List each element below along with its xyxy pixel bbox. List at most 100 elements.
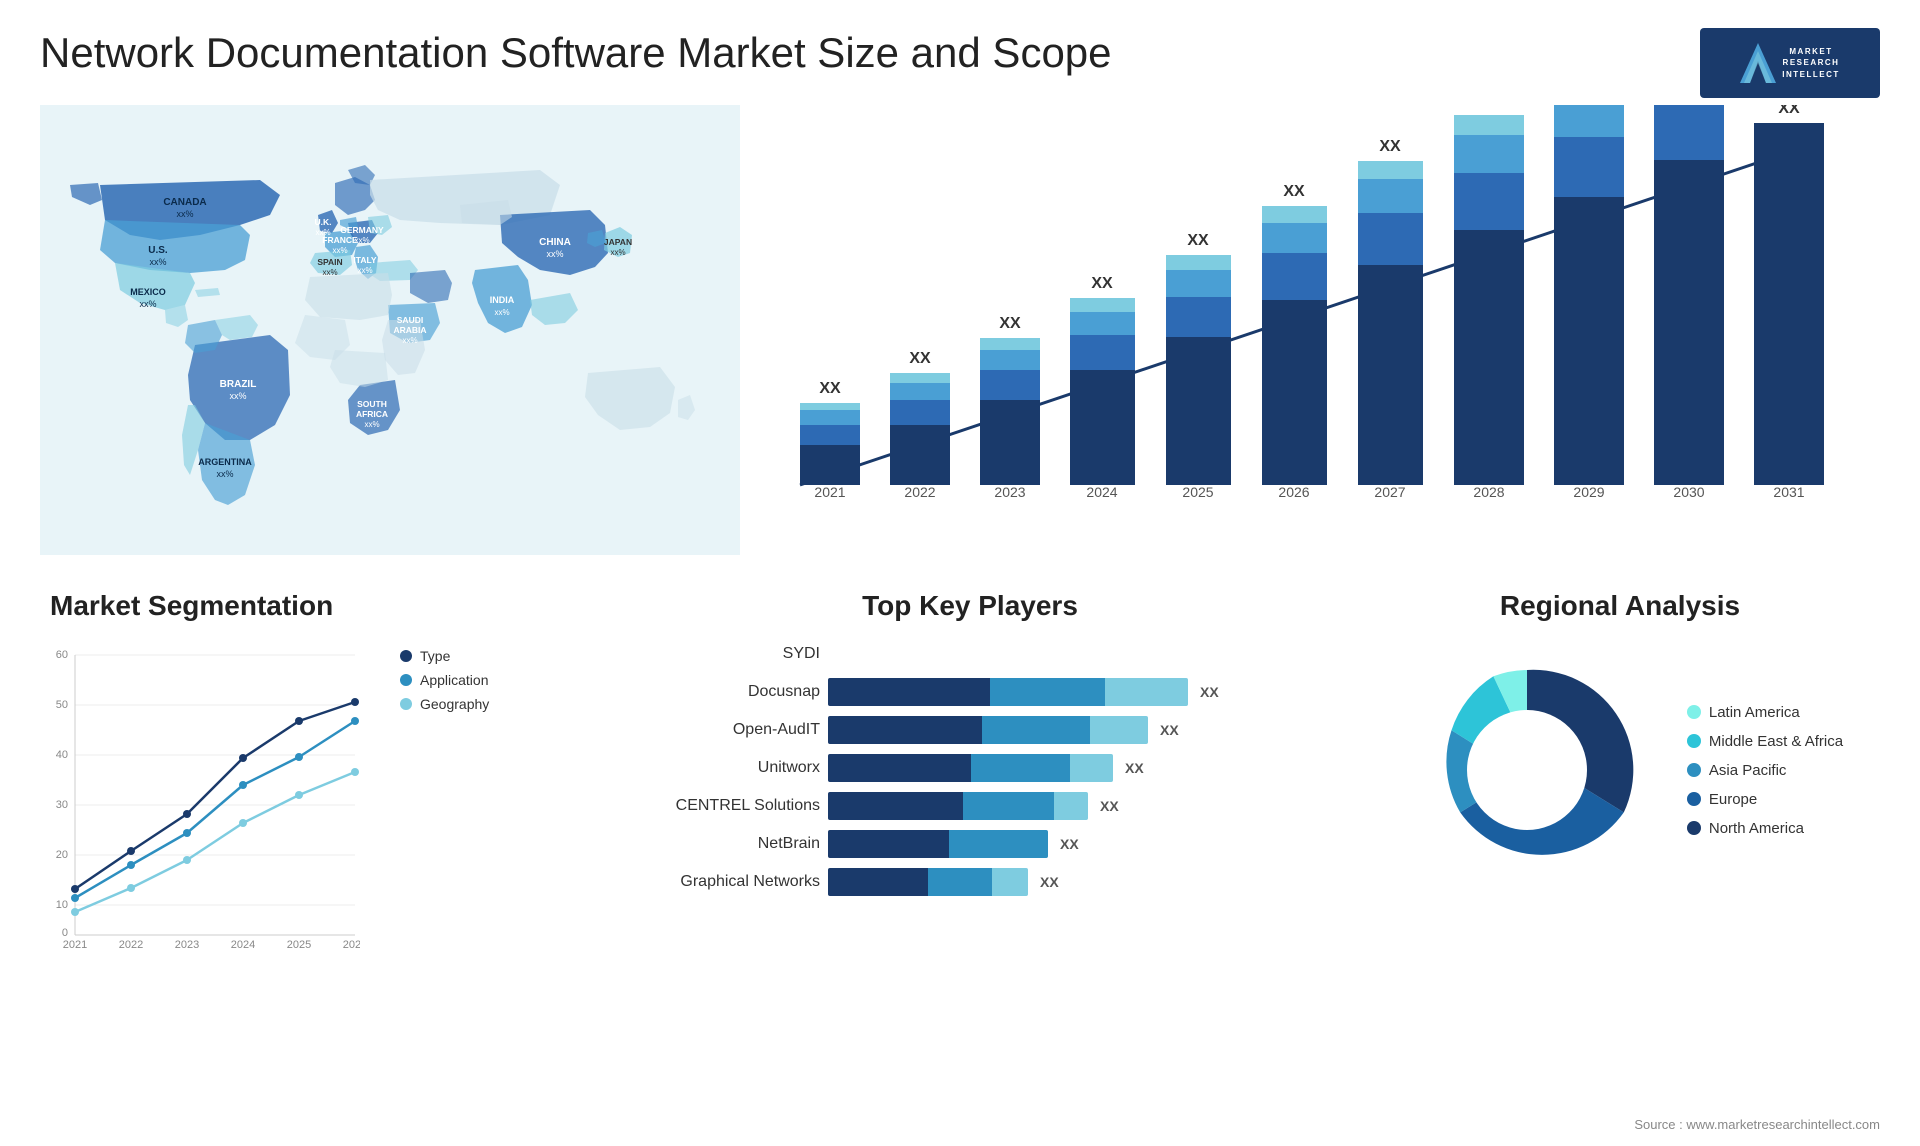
svg-text:INDIA: INDIA — [490, 295, 515, 305]
players-list: SYDI Docusnap XX Open-AudIT — [630, 640, 1310, 896]
line-chart-svg: 60 50 40 30 20 10 0 2021 2022 2023 2024 — [40, 640, 360, 950]
player-unitworx-name: Unitworx — [630, 759, 820, 777]
logo-box: MARKET RESEARCH INTELLECT — [1700, 28, 1880, 98]
donut-chart-svg — [1397, 640, 1657, 900]
player-sydi-name: SYDI — [630, 645, 820, 663]
svg-text:2027: 2027 — [1374, 484, 1405, 500]
svg-text:20: 20 — [56, 849, 68, 861]
player-netbrain-value: XX — [1060, 836, 1079, 852]
svg-text:XX: XX — [999, 315, 1021, 332]
player-netbrain: NetBrain XX — [630, 830, 1310, 858]
svg-text:2030: 2030 — [1673, 484, 1704, 500]
svg-text:2022: 2022 — [119, 939, 143, 950]
svg-text:XX: XX — [1778, 105, 1800, 117]
svg-text:2021: 2021 — [63, 939, 87, 950]
svg-text:GERMANY: GERMANY — [340, 225, 384, 235]
application-dot — [400, 674, 412, 686]
logo-line1: MARKET — [1782, 46, 1840, 57]
player-netbrain-bar: XX — [828, 830, 1310, 858]
player-unitworx: Unitworx XX — [630, 754, 1310, 782]
svg-text:2025: 2025 — [1182, 484, 1213, 500]
player-docusnap-bar: XX — [828, 678, 1310, 706]
svg-text:50: 50 — [56, 699, 68, 711]
page-title: Network Documentation Software Market Si… — [40, 28, 1112, 78]
legend-latin-america: Latin America — [1687, 704, 1843, 721]
bar-chart-section: 2021 XX 2022 XX 2023 XX 2024 — [750, 105, 1880, 545]
player-unitworx-bar: XX — [828, 754, 1310, 782]
player-centrel-bar: XX — [828, 792, 1310, 820]
svg-text:JAPAN: JAPAN — [604, 237, 632, 247]
svg-text:SPAIN: SPAIN — [317, 257, 342, 267]
legend-geography: Geography — [400, 696, 489, 712]
svg-text:2029: 2029 — [1573, 484, 1604, 500]
svg-text:2024: 2024 — [231, 939, 255, 950]
svg-text:xx%: xx% — [149, 257, 166, 267]
type-label: Type — [420, 648, 450, 664]
svg-text:2026: 2026 — [343, 939, 360, 950]
logo-icon — [1740, 43, 1776, 83]
svg-text:40: 40 — [56, 749, 68, 761]
svg-text:xx%: xx% — [610, 248, 625, 257]
svg-text:AFRICA: AFRICA — [356, 409, 388, 419]
svg-text:xx%: xx% — [322, 268, 337, 277]
svg-text:MEXICO: MEXICO — [130, 287, 166, 297]
svg-text:10: 10 — [56, 899, 68, 911]
svg-text:XX: XX — [1091, 275, 1113, 292]
key-players-title: Top Key Players — [630, 590, 1310, 622]
svg-text:ARGENTINA: ARGENTINA — [198, 457, 252, 467]
player-graphical: Graphical Networks XX — [630, 868, 1310, 896]
player-sydi-bar — [828, 640, 1310, 668]
donut-container: Latin America Middle East & Africa Asia … — [1340, 640, 1900, 900]
svg-text:30: 30 — [56, 799, 68, 811]
svg-text:BRAZIL: BRAZIL — [220, 379, 257, 390]
svg-text:xx%: xx% — [332, 246, 347, 255]
svg-text:60: 60 — [56, 649, 68, 661]
player-centrel: CENTREL Solutions XX — [630, 792, 1310, 820]
svg-text:XX: XX — [1379, 138, 1401, 155]
player-open-audit-name: Open-AudIT — [630, 721, 820, 739]
player-docusnap: Docusnap XX — [630, 678, 1310, 706]
player-docusnap-value: XX — [1200, 684, 1219, 700]
north-america-dot — [1687, 821, 1701, 835]
svg-text:xx%: xx% — [546, 249, 563, 259]
application-label: Application — [420, 672, 489, 688]
svg-text:ARABIA: ARABIA — [393, 325, 426, 335]
svg-text:CANADA: CANADA — [163, 197, 206, 208]
svg-text:SAUDI: SAUDI — [397, 315, 423, 325]
world-map-svg: CANADA xx% U.S. xx% MEXICO xx% BRAZIL xx… — [40, 105, 740, 555]
svg-text:2024: 2024 — [1086, 484, 1117, 500]
source-text: Source : www.marketresearchintellect.com — [1634, 1117, 1880, 1132]
svg-text:2031: 2031 — [1773, 484, 1804, 500]
svg-text:xx%: xx% — [229, 391, 246, 401]
svg-text:2028: 2028 — [1473, 484, 1504, 500]
svg-text:2022: 2022 — [904, 484, 935, 500]
svg-text:xx%: xx% — [402, 336, 417, 345]
svg-text:2026: 2026 — [1278, 484, 1309, 500]
type-dot — [400, 650, 412, 662]
player-open-audit-bar: XX — [828, 716, 1310, 744]
legend-asia-pacific: Asia Pacific — [1687, 762, 1843, 779]
legend-mea: Middle East & Africa — [1687, 733, 1843, 750]
logo-line3: INTELLECT — [1782, 69, 1840, 80]
player-graphical-value: XX — [1040, 874, 1059, 890]
player-graphical-name: Graphical Networks — [630, 873, 820, 891]
svg-text:xx%: xx% — [139, 299, 156, 309]
svg-text:XX: XX — [1478, 105, 1500, 109]
segmentation-title: Market Segmentation — [40, 590, 600, 622]
svg-text:2021: 2021 — [814, 484, 845, 500]
asia-pacific-label: Asia Pacific — [1709, 762, 1787, 779]
svg-text:XX: XX — [909, 350, 931, 367]
svg-text:U.K.: U.K. — [315, 217, 332, 227]
regional-analysis-section: Regional Analysis — [1340, 590, 1900, 1110]
svg-text:XX: XX — [1187, 232, 1209, 249]
player-open-audit: Open-AudIT XX — [630, 716, 1310, 744]
svg-text:xx%: xx% — [494, 308, 509, 317]
player-open-audit-value: XX — [1160, 722, 1179, 738]
regional-title: Regional Analysis — [1340, 590, 1900, 622]
mea-dot — [1687, 734, 1701, 748]
svg-text:ITALY: ITALY — [353, 255, 376, 265]
key-players-section: Top Key Players SYDI Docusnap XX Open-Au… — [630, 590, 1310, 1110]
player-centrel-name: CENTREL Solutions — [630, 797, 820, 815]
asia-pacific-dot — [1687, 763, 1701, 777]
market-segmentation-section: Market Segmentation 60 50 40 30 20 10 0 … — [40, 590, 600, 1110]
